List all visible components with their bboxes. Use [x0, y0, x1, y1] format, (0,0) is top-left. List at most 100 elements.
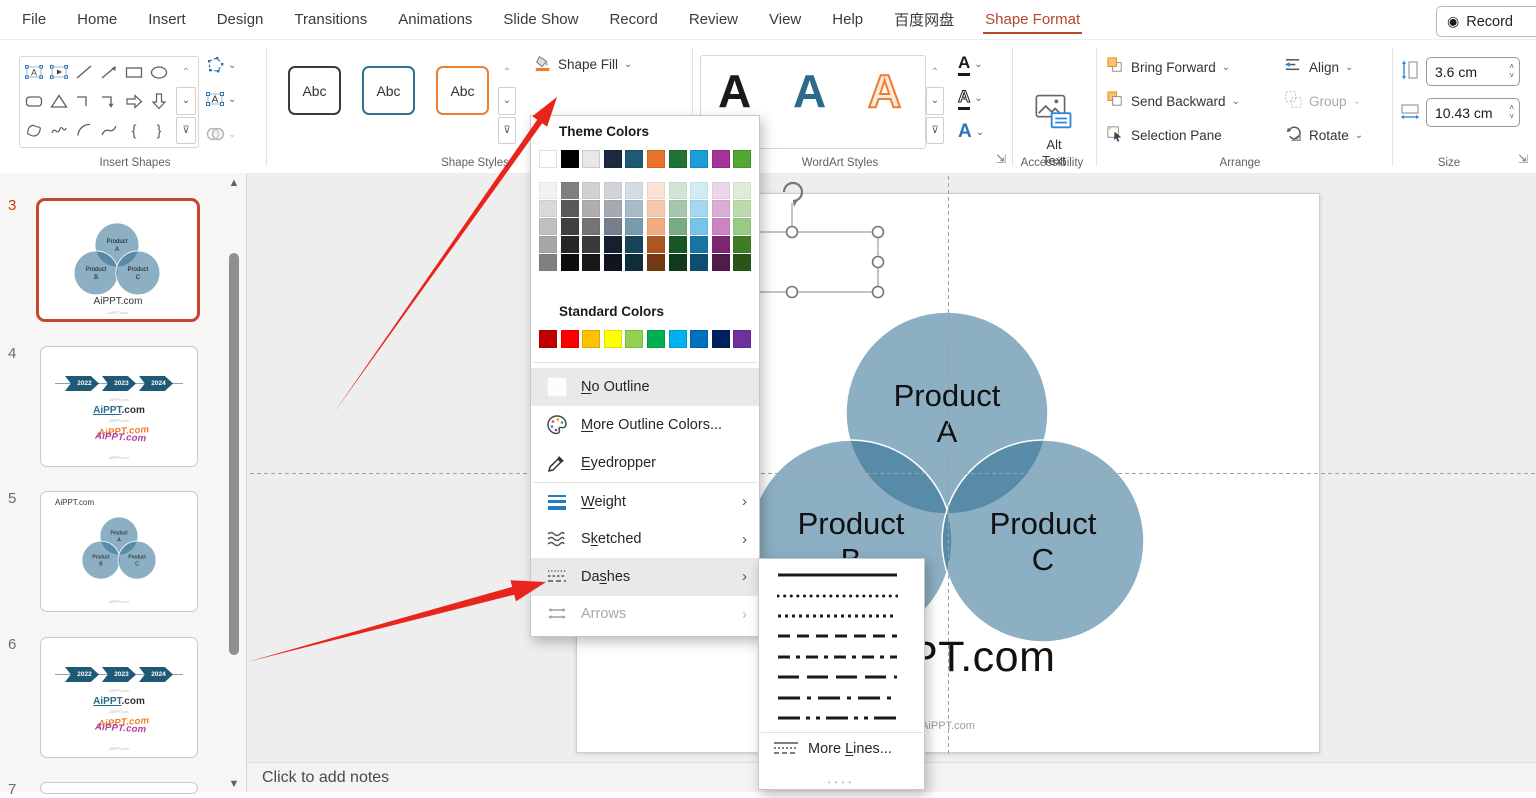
shapes-gallery-more-button[interactable]: ⊽: [176, 116, 196, 144]
theme-color-variant-swatch[interactable]: [646, 218, 665, 235]
wordart-style-black[interactable]: A: [718, 68, 751, 114]
theme-color-variant-swatch[interactable]: [690, 218, 709, 235]
shape-freeform-icon[interactable]: [24, 120, 44, 140]
theme-color-variant-swatch[interactable]: [668, 254, 687, 271]
shape-width-input[interactable]: 10.43 cm ˄ ˅: [1426, 98, 1520, 127]
theme-color-swatch[interactable]: [668, 150, 687, 168]
theme-color-variant-swatch[interactable]: [560, 254, 579, 271]
menu-item-eyedropper[interactable]: Eyedropper: [531, 444, 759, 482]
theme-color-variant-swatch[interactable]: [582, 218, 601, 235]
theme-color-variant-swatch[interactable]: [582, 200, 601, 217]
theme-color-variant-swatch[interactable]: [625, 182, 644, 199]
theme-color-variant-swatch[interactable]: [690, 236, 709, 253]
theme-color-swatch[interactable]: [603, 150, 622, 168]
standard-color-swatch[interactable]: [690, 330, 709, 348]
theme-color-swatch[interactable]: [711, 150, 730, 168]
slide-thumbnail-4[interactable]: 2022 2023 2024 AiPPT.com AiPPT.com AiPPT.com A…: [40, 346, 198, 467]
theme-color-swatch[interactable]: [560, 150, 579, 168]
theme-color-variant-swatch[interactable]: [711, 218, 730, 235]
standard-color-swatch[interactable]: [603, 330, 622, 348]
theme-color-variant-swatch[interactable]: [733, 200, 752, 217]
menu-tab-insert[interactable]: Insert: [146, 5, 188, 34]
theme-color-variant-swatch[interactable]: [733, 182, 752, 199]
theme-color-variant-swatch[interactable]: [733, 254, 752, 271]
menu-item-no-outline[interactable]: No Outline: [531, 368, 759, 406]
theme-color-variant-swatch[interactable]: [603, 254, 622, 271]
shape-brace-right-icon[interactable]: }: [149, 120, 169, 140]
theme-color-swatch[interactable]: [582, 150, 601, 168]
dash-style-long-dash[interactable]: [759, 667, 924, 687]
dash-style-long-dash-dot[interactable]: [759, 687, 924, 707]
menu-tab-animations[interactable]: Animations: [396, 5, 474, 34]
text-fill-button[interactable]: A ⌄: [958, 53, 983, 76]
theme-color-variant-swatch[interactable]: [560, 200, 579, 217]
vertical-guide[interactable]: [948, 176, 949, 754]
theme-color-swatch[interactable]: [733, 150, 752, 168]
theme-color-variant-swatch[interactable]: [690, 200, 709, 217]
slide-thumbnail-5[interactable]: AiPPT.com Product A Product B Product C AiPPT.c…: [40, 491, 198, 612]
theme-color-variant-swatch[interactable]: [646, 182, 665, 199]
shapes-scroll-down-button[interactable]: ⌄: [176, 87, 196, 115]
record-button[interactable]: ◉ Record: [1436, 6, 1536, 37]
shape-rounded-rectangle-icon[interactable]: [24, 91, 44, 111]
theme-color-variant-swatch[interactable]: [733, 218, 752, 235]
send-backward-button[interactable]: Send Backward ⌄: [1106, 90, 1240, 112]
shape-draw-textbox-icon[interactable]: [49, 62, 69, 82]
shape-brace-left-icon[interactable]: {: [124, 120, 144, 140]
submenu-resize-grip[interactable]: ••••: [759, 778, 924, 787]
theme-color-variant-swatch[interactable]: [646, 200, 665, 217]
theme-color-variant-swatch[interactable]: [582, 254, 601, 271]
panel-scroll-down-button[interactable]: ▼: [226, 778, 242, 790]
theme-color-variant-swatch[interactable]: [646, 236, 665, 253]
shapes-scroll-up-button[interactable]: ⌃: [176, 60, 196, 86]
slide-thumbnail-6[interactable]: 2022 2023 2024 AiPPT.com AiPPT.com AiPPT.com A…: [40, 637, 198, 758]
dash-style-solid[interactable]: [759, 565, 924, 585]
shape-fill-button[interactable]: Shape Fill ⌄: [534, 54, 632, 75]
text-box-button[interactable]: A ⌄: [205, 89, 236, 109]
size-dialog-launcher-icon[interactable]: ⇲: [1518, 152, 1528, 166]
shape-arrow-down-icon[interactable]: [149, 91, 169, 111]
theme-color-variant-swatch[interactable]: [668, 182, 687, 199]
menu-tab-record[interactable]: Record: [607, 5, 659, 34]
theme-color-variant-swatch[interactable]: [668, 200, 687, 217]
selection-pane-button[interactable]: Selection Pane: [1106, 124, 1222, 146]
dash-style-dash-dot[interactable]: [759, 647, 924, 667]
dash-style-dash[interactable]: [759, 626, 924, 646]
theme-color-variant-swatch[interactable]: [668, 218, 687, 235]
dash-style-long-dash-dot-dot[interactable]: [759, 708, 924, 728]
standard-color-swatch[interactable]: [646, 330, 665, 348]
theme-color-variant-swatch[interactable]: [539, 218, 557, 235]
menu-item-sketched[interactable]: Sketched ›: [531, 521, 759, 559]
rotate-button[interactable]: Rotate ⌄: [1284, 124, 1363, 146]
menu-tab-review[interactable]: Review: [687, 5, 740, 34]
theme-color-variant-swatch[interactable]: [625, 200, 644, 217]
theme-color-swatch[interactable]: [646, 150, 665, 168]
theme-color-variant-swatch[interactable]: [539, 200, 557, 217]
dash-style-round-dot[interactable]: [759, 585, 924, 605]
menu-item-dashes[interactable]: Dashes ›: [531, 558, 759, 596]
menu-tab-help[interactable]: Help: [830, 5, 865, 34]
shape-style-preset-1[interactable]: Abc: [288, 66, 341, 115]
theme-color-variant-swatch[interactable]: [603, 236, 622, 253]
align-button[interactable]: Align ⌄: [1284, 56, 1353, 78]
styles-scroll-up-button[interactable]: ⌃: [498, 60, 516, 86]
theme-color-variant-swatch[interactable]: [711, 200, 730, 217]
theme-color-variant-swatch[interactable]: [668, 236, 687, 253]
merge-shapes-button[interactable]: ⌄: [205, 124, 236, 144]
shape-rectangle-icon[interactable]: [124, 62, 144, 82]
bring-forward-button[interactable]: Bring Forward ⌄: [1106, 56, 1230, 78]
edit-shape-button[interactable]: ⌄: [205, 55, 236, 75]
theme-color-variant-swatch[interactable]: [690, 182, 709, 199]
shape-curve-icon[interactable]: [99, 120, 119, 140]
standard-color-swatch[interactable]: [539, 330, 557, 348]
shape-line-icon[interactable]: [74, 62, 94, 82]
theme-color-variant-swatch[interactable]: [560, 236, 579, 253]
theme-color-variant-swatch[interactable]: [539, 182, 557, 199]
menu-tab-file[interactable]: File: [20, 5, 48, 34]
shape-arc-icon[interactable]: [74, 120, 94, 140]
theme-color-variant-swatch[interactable]: [711, 254, 730, 271]
shape-arrow-icon[interactable]: [99, 62, 119, 82]
theme-color-variant-swatch[interactable]: [625, 218, 644, 235]
height-spinner[interactable]: ˄ ˅: [1509, 63, 1519, 80]
standard-color-swatch[interactable]: [711, 330, 730, 348]
